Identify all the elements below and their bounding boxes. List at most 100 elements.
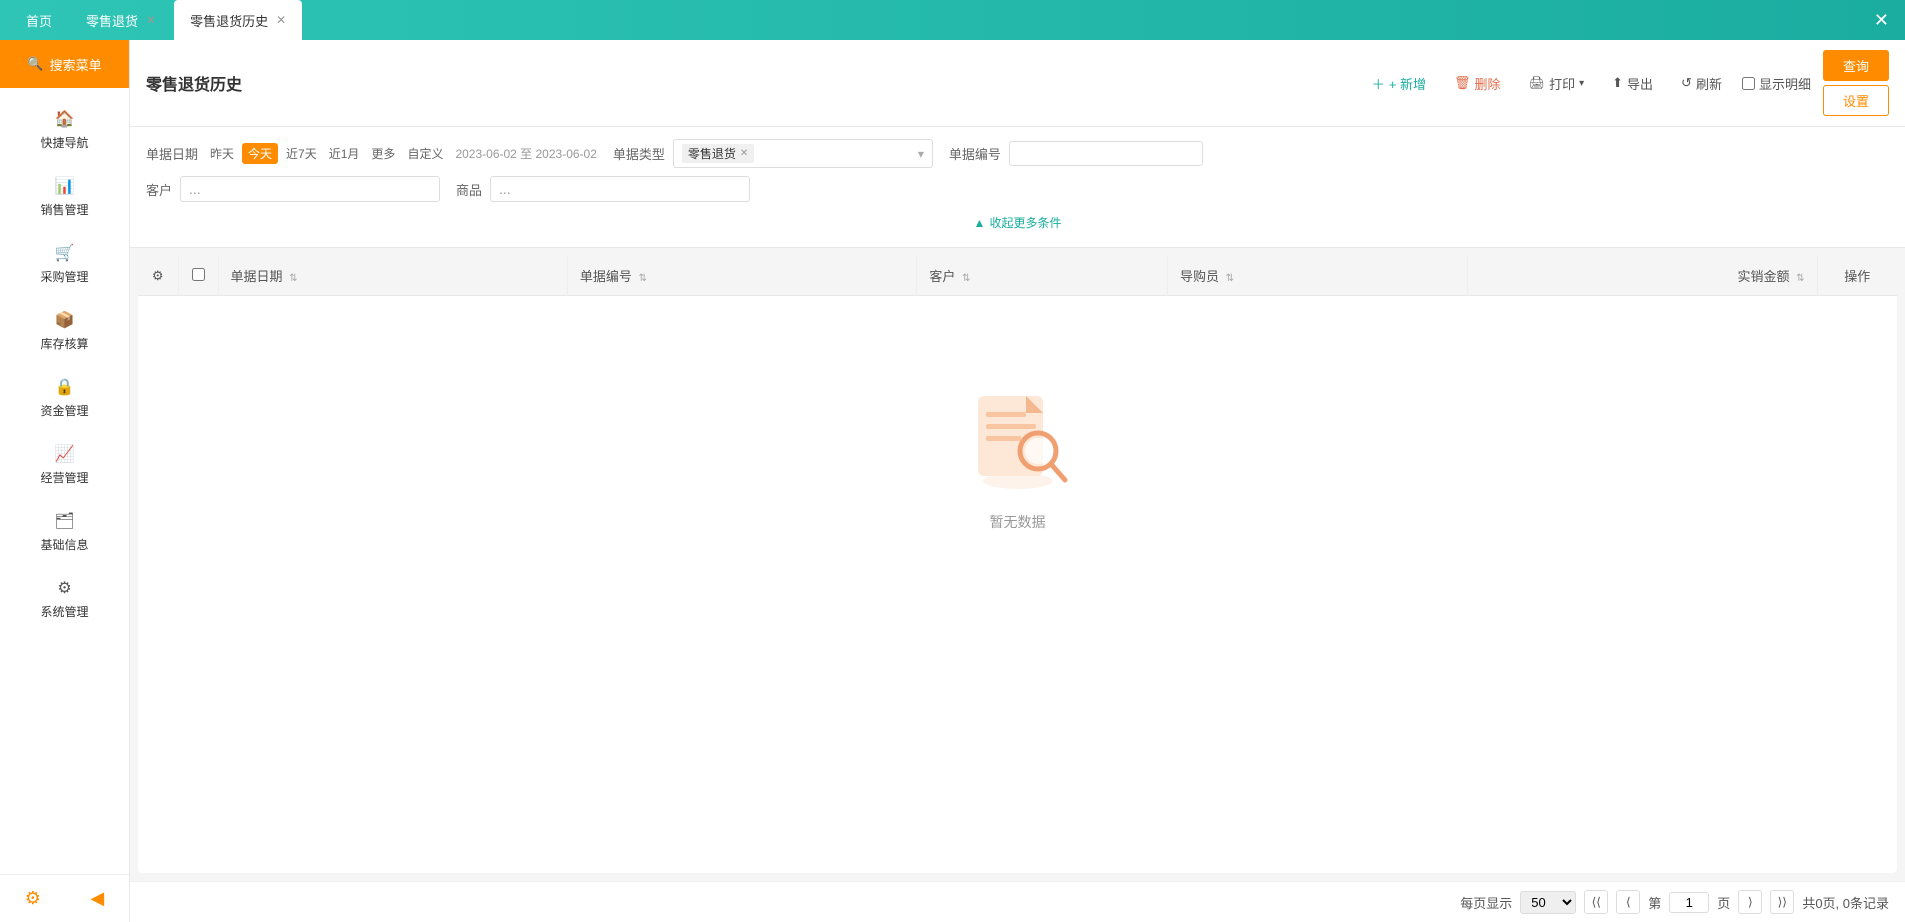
empty-state: 暂无数据 [138,296,1897,612]
tab-home[interactable]: 首页 [10,0,68,40]
main-layout: 🔍 搜索菜单 🏠 快捷导航 📊 销售管理 🛒 采购管理 📦 库存核算 🔒 [0,40,1905,922]
print-chevron-icon: ▾ [1579,78,1584,89]
voucher-no-input[interactable] [1009,141,1203,166]
th-amount[interactable]: 实销金额 ⇅ [1468,256,1817,296]
filter-row-1: 单据日期 昨天 今天 近7天 近1月 更多 自定义 2023-06-02 至 2… [146,139,1889,168]
page-label-pre: 第 [1648,893,1661,912]
collapse-filter-button[interactable]: ▲ 收起更多条件 [962,210,1074,235]
th-checkbox[interactable] [178,256,218,296]
voucher-no-label: 单据编号 [949,144,1001,163]
first-page-button[interactable]: ⟨⟨ [1584,890,1608,914]
amount-sort-icon: ⇅ [1796,273,1804,284]
add-label: + 新增 [1389,74,1426,93]
settings-bottom-icon[interactable]: ⚙ [25,888,41,909]
tab-list: 首页 零售退货 ✕ 零售退货历史 ✕ [10,0,302,40]
date-shortcut-yesterday[interactable]: 昨天 [206,143,238,164]
customer-input[interactable]: ... [180,176,440,202]
export-label: 导出 [1627,74,1653,93]
window-close-button[interactable]: ✕ [1874,10,1889,31]
tab-retail-return[interactable]: 零售退货 ✕ [70,0,172,40]
date-shortcut-custom[interactable]: 自定义 [403,143,447,164]
empty-text: 暂无数据 [990,512,1046,532]
date-filter: 单据日期 昨天 今天 近7天 近1月 更多 自定义 2023-06-02 至 2… [146,143,597,164]
sales-mgmt-icon: 📊 [54,175,76,197]
sidebar-item-quick-nav[interactable]: 🏠 快捷导航 [0,96,129,163]
refresh-button[interactable]: ↺ 刷新 [1673,70,1730,97]
goods-label: 商品 [456,180,482,199]
top-bar: 首页 零售退货 ✕ 零售退货历史 ✕ ✕ [0,0,1905,40]
close-tab-retail-return-history-icon[interactable]: ✕ [276,13,286,27]
date-shortcut-1month[interactable]: 近1月 [325,143,364,164]
total-record-text: 共0页, 0条记录 [1802,893,1889,912]
prev-page-button[interactable]: ⟨ [1616,890,1640,914]
sidebar: 🔍 搜索菜单 🏠 快捷导航 📊 销售管理 🛒 采购管理 📦 库存核算 🔒 [0,40,130,922]
last-page-button[interactable]: ⟩⟩ [1770,890,1794,914]
print-icon: 🖨 [1529,75,1546,91]
th-guide[interactable]: 导购员 ⇅ [1168,256,1468,296]
page-number-input[interactable] [1669,892,1709,913]
show-detail-checkbox-label[interactable]: 显示明细 [1742,74,1811,93]
quick-nav-icon: 🏠 [54,108,76,130]
close-tab-retail-return-icon[interactable]: ✕ [146,13,156,27]
business-mgmt-icon: 📈 [54,443,76,465]
goods-ellipsis-icon: ... [499,181,511,197]
voucher-type-filter: 单据类型 零售退货 ✕ ▾ [613,139,933,168]
search-menu-label: 搜索菜单 [50,55,102,74]
show-detail-checkbox[interactable] [1742,77,1755,90]
collapse-label: 收起更多条件 [989,214,1061,231]
export-icon: ⬆ [1612,75,1623,91]
select-all-checkbox[interactable] [192,268,205,281]
delete-icon: 🗑 [1454,75,1471,91]
page-header: 零售退货历史 ＋ + 新增 🗑 删除 🖨 打印 ▾ ⬆ 导出 [130,40,1905,127]
export-button[interactable]: ⬆ 导出 [1604,70,1661,97]
date-shortcut-today[interactable]: 今天 [242,143,278,164]
voucher-type-tag-close-icon[interactable]: ✕ [740,148,748,159]
guide-sort-icon: ⇅ [1226,273,1234,284]
page-title: 零售退货历史 [146,71,242,95]
delete-button[interactable]: 🗑 删除 [1446,70,1509,97]
collapse-sidebar-icon[interactable]: ◀ [90,888,104,909]
sidebar-item-system-mgmt[interactable]: ⚙ 系统管理 [0,565,129,632]
goods-input[interactable]: ... [490,176,750,202]
sidebar-nav: 🏠 快捷导航 📊 销售管理 🛒 采购管理 📦 库存核算 🔒 资金管理 📈 [0,88,129,874]
th-no[interactable]: 单据编号 ⇅ [567,256,916,296]
content-area: 零售退货历史 ＋ + 新增 🗑 删除 🖨 打印 ▾ ⬆ 导出 [130,40,1905,922]
refresh-icon: ↺ [1681,75,1692,91]
sidebar-item-inventory[interactable]: 📦 库存核算 [0,297,129,364]
sidebar-item-business-mgmt[interactable]: 📈 经营管理 [0,431,129,498]
filter-area: 单据日期 昨天 今天 近7天 近1月 更多 自定义 2023-06-02 至 2… [130,127,1905,248]
no-sort-icon: ⇅ [639,273,647,284]
query-button[interactable]: 查询 [1823,50,1889,81]
date-shortcut-7days[interactable]: 近7天 [282,143,321,164]
date-shortcuts: 昨天 今天 近7天 近1月 更多 自定义 [206,143,447,164]
th-settings[interactable]: ⚙ [138,256,178,296]
empty-icon [958,376,1078,496]
tab-retail-return-history[interactable]: 零售退货历史 ✕ [174,0,302,40]
table-header-row: ⚙ 单据日期 ⇅ 单据编号 ⇅ [138,256,1897,296]
sidebar-item-basic-info[interactable]: 🗂 基础信息 [0,498,129,565]
date-sort-icon: ⇅ [289,273,297,284]
page-size-select[interactable]: 10 20 50 100 [1520,891,1576,914]
delete-label: 删除 [1475,74,1501,93]
voucher-type-label: 单据类型 [613,144,665,163]
pagination-bar: 每页显示 10 20 50 100 ⟨⟨ ⟨ 第 页 ⟩ ⟩⟩ 共0页, 0条记… [130,881,1905,922]
date-shortcut-more[interactable]: 更多 [367,143,399,164]
date-range-display: 2023-06-02 至 2023-06-02 [455,145,596,162]
voucher-no-filter: 单据编号 [949,141,1203,166]
search-icon: 🔍 [27,56,43,72]
settings-button[interactable]: 设置 [1823,85,1889,116]
sidebar-item-purchase-mgmt[interactable]: 🛒 采购管理 [0,230,129,297]
voucher-type-tag: 零售退货 ✕ [682,144,754,163]
th-customer[interactable]: 客户 ⇅ [917,256,1168,296]
add-button[interactable]: ＋ + 新增 [1364,70,1434,97]
column-settings-icon[interactable]: ⚙ [152,268,164,283]
search-menu-button[interactable]: 🔍 搜索菜单 [0,40,129,88]
sidebar-item-finance-mgmt[interactable]: 🔒 资金管理 [0,364,129,431]
page-size-label: 每页显示 [1460,893,1512,912]
sidebar-item-sales-mgmt[interactable]: 📊 销售管理 [0,163,129,230]
th-date[interactable]: 单据日期 ⇅ [218,256,567,296]
voucher-type-select[interactable]: 零售退货 ✕ ▾ [673,139,933,168]
next-page-button[interactable]: ⟩ [1738,890,1762,914]
print-button[interactable]: 🖨 打印 ▾ [1521,70,1593,97]
voucher-type-chevron-icon: ▾ [918,147,924,161]
